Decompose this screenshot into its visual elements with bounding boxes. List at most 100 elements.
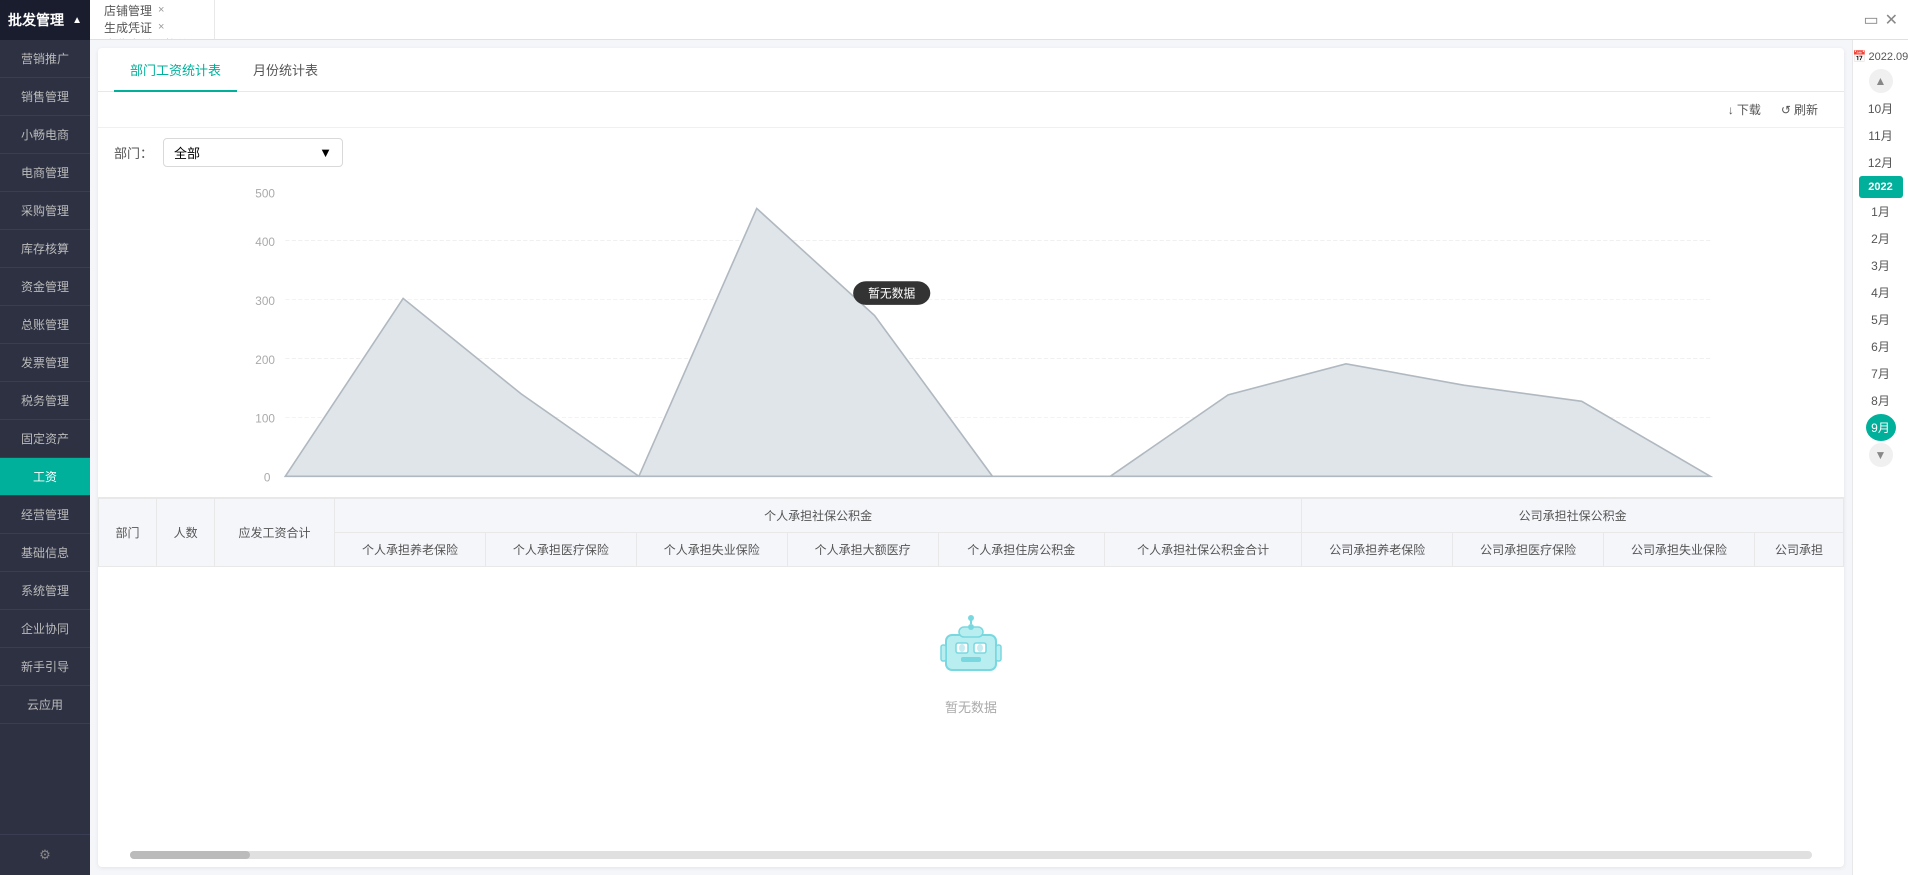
month-item-0[interactable]: 10月	[1859, 95, 1903, 122]
svg-text:100: 100	[255, 413, 275, 426]
data-table: 部门 人数 应发工资合计 个人承担社保公积金 公司承担社保公积金 个人承担养老保…	[98, 498, 1844, 756]
sidebar-items: 营销推广销售管理小畅电商电商管理采购管理库存核算资金管理总账管理发票管理税务管理…	[0, 40, 90, 724]
table-wrapper: 部门 人数 应发工资合计 个人承担社保公积金 公司承担社保公积金 个人承担养老保…	[98, 497, 1844, 843]
content: 部门工资统计表 月份统计表 ↓ 下载 ↺ 刷新 部门： 全部 ▼	[90, 40, 1908, 875]
month-item-10[interactable]: 7月	[1859, 360, 1903, 387]
tab-bar: 首页门店商品目录×销售单×店铺管理×生成凭证×应收应付调整单×工资表×工资统计报…	[90, 0, 1908, 40]
sidebar-item-system[interactable]: 系统管理	[0, 572, 90, 610]
col-company-more: 公司承担	[1754, 533, 1843, 567]
sidebar: 批发管理 ▲ 营销推广销售管理小畅电商电商管理采购管理库存核算资金管理总账管理发…	[0, 0, 90, 875]
month-item-7[interactable]: 4月	[1859, 279, 1903, 306]
tab-cert[interactable]: 生成凭证 ×	[90, 19, 215, 36]
sidebar-item-cloud[interactable]: 云应用	[0, 686, 90, 724]
month-item-6[interactable]: 3月	[1859, 252, 1903, 279]
table-sub-header: 个人承担养老保险 个人承担医疗保险 个人承担失业保险 个人承担大额医疗 个人承担…	[99, 533, 1844, 567]
sidebar-header[interactable]: 批发管理 ▲	[0, 0, 90, 40]
sidebar-item-ledger[interactable]: 总账管理	[0, 306, 90, 344]
sidebar-item-marketing[interactable]: 营销推广	[0, 40, 90, 78]
date-header-label: 2022.09	[1868, 51, 1908, 63]
svg-text:300: 300	[255, 295, 275, 308]
month-item-2[interactable]: 12月	[1859, 149, 1903, 176]
empty-state: 暂无数据	[99, 567, 1844, 756]
sidebar-footer[interactable]: ⚙	[0, 834, 90, 875]
col-company-social: 公司承担社保公积金	[1302, 499, 1844, 533]
sidebar-item-ecommerce[interactable]: 电商管理	[0, 154, 90, 192]
sidebar-item-mini-shop[interactable]: 小畅电商	[0, 116, 90, 154]
dept-value: 全部	[174, 143, 200, 162]
main-area: 首页门店商品目录×销售单×店铺管理×生成凭证×应收应付调整单×工资表×工资统计报…	[90, 0, 1908, 875]
col-personal-pension: 个人承担养老保险	[335, 533, 486, 567]
main-panel: 部门工资统计表 月份统计表 ↓ 下载 ↺ 刷新 部门： 全部 ▼	[98, 48, 1844, 867]
date-down-button[interactable]: ▼	[1869, 443, 1893, 467]
col-count: 人数	[157, 499, 215, 567]
tab-dept-stats[interactable]: 部门工资统计表	[114, 49, 237, 92]
table-scrollbar[interactable]	[130, 851, 1812, 859]
chart-area: 0 100 200 300 400 500 暂无数据	[98, 177, 1844, 497]
close-icon[interactable]: ✕	[1885, 10, 1898, 30]
svg-text:200: 200	[255, 354, 275, 367]
sidebar-item-sales[interactable]: 销售管理	[0, 78, 90, 116]
col-personal-major-med: 个人承担大额医疗	[787, 533, 938, 567]
sidebar-title: 批发管理	[8, 10, 64, 30]
table-row: 暂无数据	[99, 567, 1844, 757]
tab-close-store-mgmt[interactable]: ×	[158, 5, 164, 16]
date-up-button[interactable]: ▲	[1869, 69, 1893, 93]
sidebar-item-tax[interactable]: 税务管理	[0, 382, 90, 420]
col-company-pension: 公司承担养老保险	[1302, 533, 1453, 567]
sidebar-arrow: ▲	[72, 15, 82, 26]
sidebar-item-basic[interactable]: 基础信息	[0, 534, 90, 572]
month-item-9[interactable]: 6月	[1859, 333, 1903, 360]
month-item-11[interactable]: 8月	[1859, 387, 1903, 414]
month-item-3[interactable]: 2022	[1859, 176, 1903, 198]
svg-text:400: 400	[255, 236, 275, 249]
tab-month-stats[interactable]: 月份统计表	[237, 49, 334, 92]
col-company-unemploy: 公司承担失业保险	[1604, 533, 1755, 567]
col-dept: 部门	[99, 499, 157, 567]
dept-label: 部门：	[114, 143, 153, 162]
sidebar-item-finance[interactable]: 资金管理	[0, 268, 90, 306]
tab-bar-end: ▭ ✕	[1853, 10, 1908, 30]
toolbar: ↓ 下载 ↺ 刷新	[98, 92, 1844, 128]
svg-text:暂无数据: 暂无数据	[868, 286, 915, 300]
sub-tab-bar: 部门工资统计表 月份统计表	[98, 48, 1844, 92]
sidebar-item-inventory[interactable]: 库存核算	[0, 230, 90, 268]
col-personal-medical: 个人承担医疗保险	[485, 533, 636, 567]
download-button[interactable]: ↓ 下载	[1718, 98, 1771, 121]
month-item-8[interactable]: 5月	[1859, 306, 1903, 333]
refresh-icon: ↺	[1781, 103, 1791, 117]
sidebar-item-assets[interactable]: 固定资产	[0, 420, 90, 458]
col-personal-housing: 个人承担住房公积金	[938, 533, 1104, 567]
calendar-icon: 📅	[1853, 50, 1867, 63]
month-item-5[interactable]: 2月	[1859, 225, 1903, 252]
sidebar-item-collab[interactable]: 企业协同	[0, 610, 90, 648]
tab-store-mgmt[interactable]: 店铺管理×	[90, 2, 215, 19]
month-item-4[interactable]: 1月	[1859, 198, 1903, 225]
col-total-wage: 应发工资合计	[215, 499, 335, 567]
filter-row: 部门： 全部 ▼	[98, 128, 1844, 177]
col-personal-total: 个人承担社保公积金合计	[1104, 533, 1301, 567]
tab-label-cert: 生成凭证	[104, 19, 152, 36]
chevron-down-icon: ▼	[319, 145, 332, 160]
col-personal-unemploy: 个人承担失业保险	[636, 533, 787, 567]
empty-text: 暂无数据	[945, 697, 997, 716]
settings-icon: ⚙	[39, 847, 51, 862]
refresh-label: 刷新	[1794, 101, 1818, 118]
table-scroll-thumb	[130, 851, 250, 859]
scrollbar-container	[98, 843, 1844, 867]
month-item-12[interactable]: 9月	[1866, 414, 1896, 441]
sidebar-item-purchase[interactable]: 采购管理	[0, 192, 90, 230]
sidebar-item-operation[interactable]: 经营管理	[0, 496, 90, 534]
col-personal-social: 个人承担社保公积金	[335, 499, 1302, 533]
empty-icon	[931, 607, 1011, 687]
month-item-1[interactable]: 11月	[1859, 122, 1903, 149]
dept-select[interactable]: 全部 ▼	[163, 138, 343, 167]
chart: 0 100 200 300 400 500 暂无数据	[114, 187, 1828, 487]
sidebar-item-invoice[interactable]: 发票管理	[0, 344, 90, 382]
refresh-button[interactable]: ↺ 刷新	[1771, 98, 1828, 121]
tab-items: 首页门店商品目录×销售单×店铺管理×生成凭证×应收应付调整单×工资表×工资统计报…	[90, 0, 215, 40]
sidebar-item-guide[interactable]: 新手引导	[0, 648, 90, 686]
restore-icon[interactable]: ▭	[1863, 10, 1878, 30]
tab-close-cert[interactable]: ×	[158, 22, 164, 33]
sidebar-item-payroll[interactable]: 工资	[0, 458, 90, 496]
svg-text:500: 500	[255, 188, 275, 201]
